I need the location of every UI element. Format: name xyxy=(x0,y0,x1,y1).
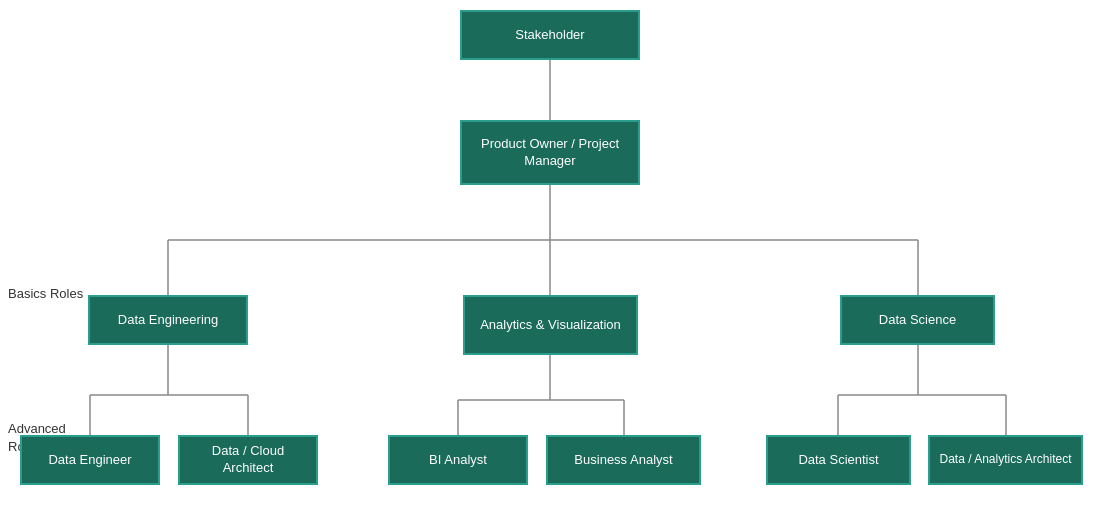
analytics-viz-node: Analytics & Visualization xyxy=(463,295,638,355)
data-scientist-node: Data Scientist xyxy=(766,435,911,485)
cloud-architect-node: Data / Cloud Architect xyxy=(178,435,318,485)
business-analyst-node: Business Analyst xyxy=(546,435,701,485)
basics-roles-label: Basics Roles xyxy=(8,285,83,303)
analytics-architect-node: Data / Analytics Architect xyxy=(928,435,1083,485)
data-science-node: Data Science xyxy=(840,295,995,345)
data-engineer-node: Data Engineer xyxy=(20,435,160,485)
stakeholder-node: Stakeholder xyxy=(460,10,640,60)
org-chart: Basics Roles AdvancedRoles Stakeholder P… xyxy=(0,0,1104,512)
product-owner-node: Product Owner / Project Manager xyxy=(460,120,640,185)
data-engineering-node: Data Engineering xyxy=(88,295,248,345)
bi-analyst-node: BI Analyst xyxy=(388,435,528,485)
